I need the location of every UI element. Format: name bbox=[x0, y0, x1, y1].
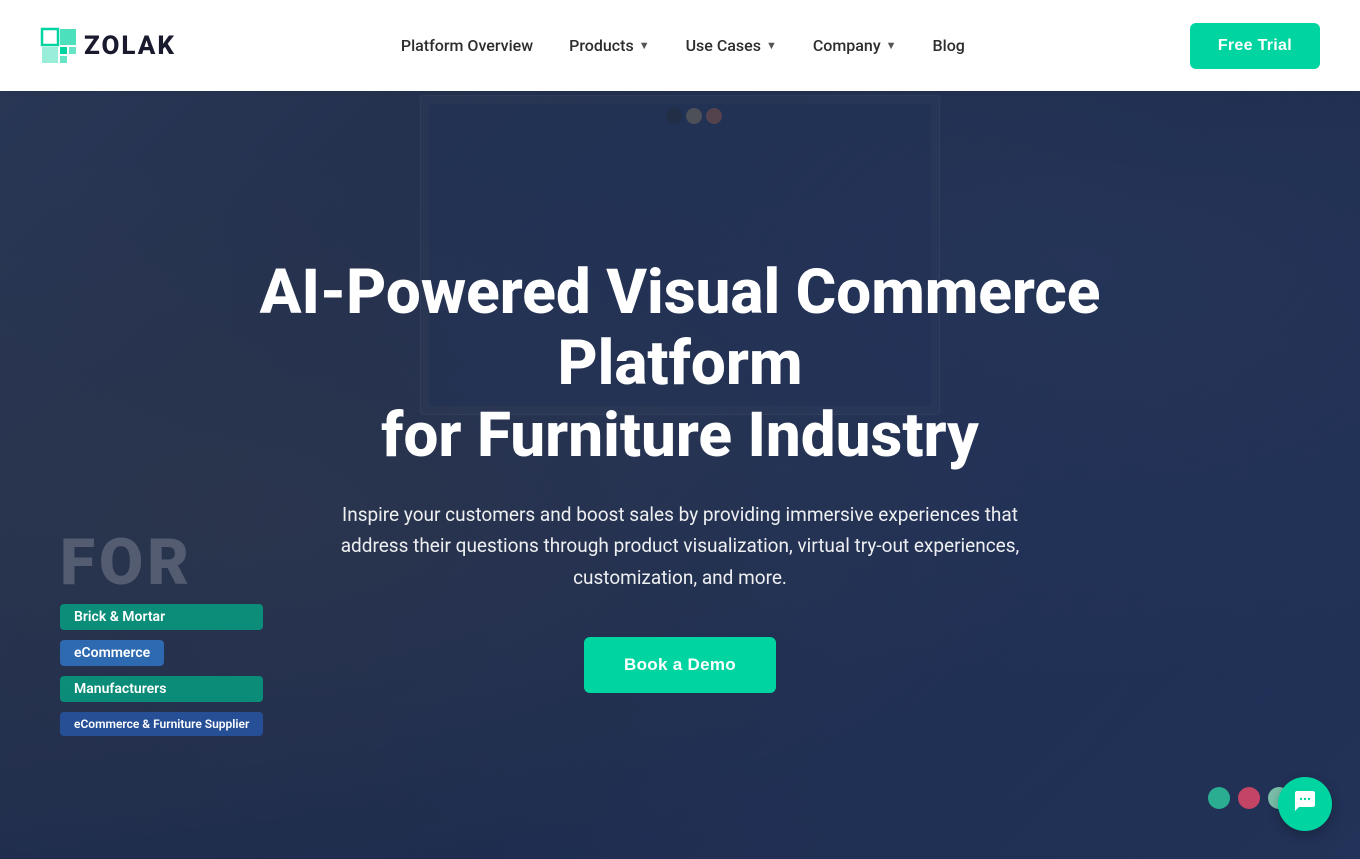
hero-section: FOR Brick & Mortar eCommerce Manufacture… bbox=[0, 0, 1360, 859]
nav-platform-overview[interactable]: Platform Overview bbox=[401, 36, 533, 55]
nav-products[interactable]: Products ▼ bbox=[569, 36, 649, 55]
products-chevron-icon: ▼ bbox=[639, 39, 650, 52]
chat-bubble-button[interactable] bbox=[1278, 777, 1332, 831]
chat-icon bbox=[1293, 789, 1317, 819]
company-chevron-icon: ▼ bbox=[886, 39, 897, 52]
use-cases-chevron-icon: ▼ bbox=[766, 39, 777, 52]
hero-subtitle: Inspire your customers and boost sales b… bbox=[320, 499, 1040, 593]
navbar: ZOLAK Platform Overview Products ▼ Use C… bbox=[0, 0, 1360, 91]
hero-content: AI-Powered Visual Commerce Platform for … bbox=[0, 0, 1360, 859]
brand-name: ZOLAK bbox=[84, 31, 176, 61]
logo-icon bbox=[40, 27, 78, 65]
nav-company[interactable]: Company ▼ bbox=[813, 36, 897, 55]
nav-blog[interactable]: Blog bbox=[933, 36, 965, 55]
nav-use-cases[interactable]: Use Cases ▼ bbox=[686, 36, 777, 55]
nav-links: Platform Overview Products ▼ Use Cases ▼… bbox=[401, 36, 965, 55]
book-demo-button[interactable]: Book a Demo bbox=[584, 637, 776, 693]
hero-title: AI-Powered Visual Commerce Platform for … bbox=[250, 257, 1110, 471]
free-trial-button[interactable]: Free Trial bbox=[1190, 23, 1320, 69]
logo[interactable]: ZOLAK bbox=[40, 27, 176, 65]
